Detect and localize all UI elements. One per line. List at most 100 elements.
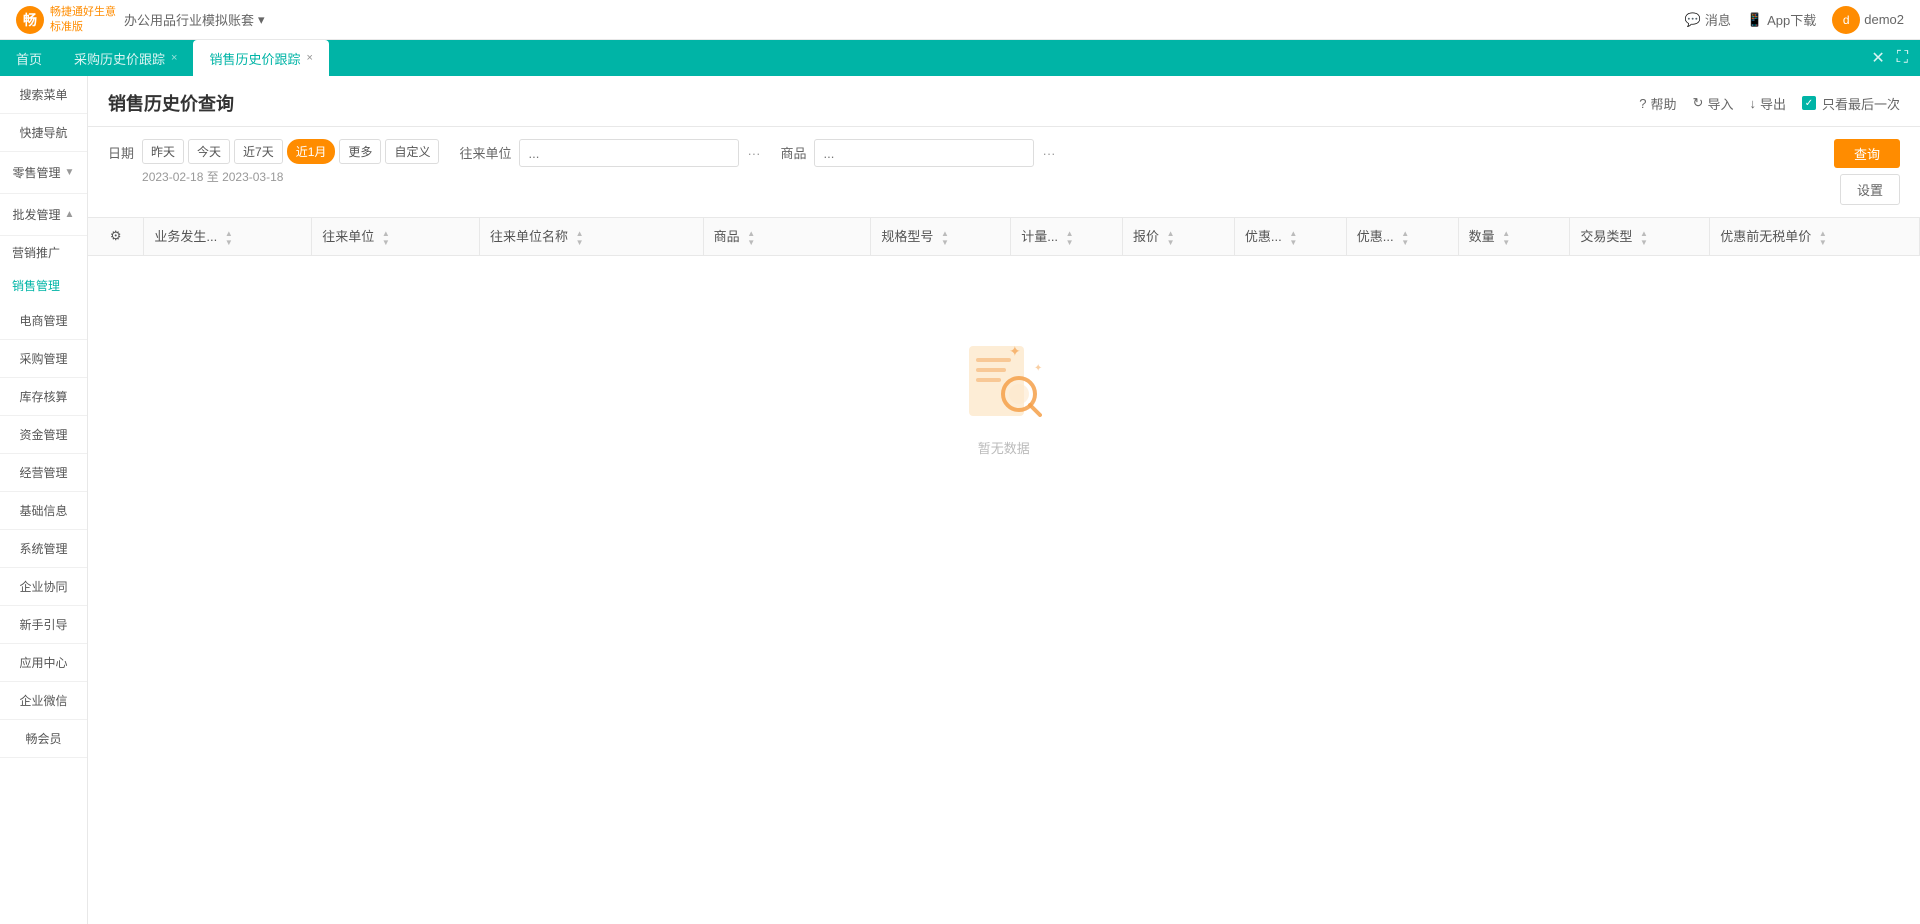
gear-icon[interactable]: ⚙ [110,228,122,243]
sidebar-item-member[interactable]: 畅会员 [0,720,87,758]
date-btn-more[interactable]: 更多 [339,139,381,164]
retail-mgmt-arrow: ▼ [65,167,75,178]
sort-icon-unit: ▲▼ [1066,229,1074,247]
sidebar-item-operations[interactable]: 经营管理 [0,454,87,492]
product-search-icon[interactable]: ··· [1042,146,1055,161]
workspace-selector[interactable]: 办公用品行业模拟账套 ▾ [124,10,265,29]
help-button[interactable]: ? 帮助 [1639,94,1676,113]
th-pretax-price[interactable]: 优惠前无税单价 ▲▼ [1710,218,1920,255]
th-partner-code[interactable]: 往来单位 ▲▼ [312,218,480,255]
help-icon: ? [1639,96,1646,111]
setting-button[interactable]: 设置 [1840,174,1900,205]
sidebar-item-retail-mgmt[interactable]: 零售管理 ▼ [0,152,87,194]
sidebar-item-system-mgmt[interactable]: 系统管理 [0,530,87,568]
only-last-checkbox[interactable]: ✓ 只看最后一次 [1802,94,1900,113]
date-btn-custom[interactable]: 自定义 [385,139,439,164]
sidebar-finance-label: 资金管理 [19,426,67,443]
window-maximize-icon[interactable]: ⛶ [1897,49,1908,67]
sidebar-item-new-guide[interactable]: 新手引导 [0,606,87,644]
tab-sales-history-close[interactable]: × [306,52,312,64]
sidebar-item-purchase-mgmt[interactable]: 采购管理 [0,340,87,378]
th-trade-type[interactable]: 交易类型 ▲▼ [1570,218,1710,255]
sort-icon-discount1: ▲▼ [1289,229,1297,247]
product-input[interactable] [814,139,1034,167]
th-product[interactable]: 商品 ▲▼ [703,218,871,255]
app-download-button[interactable]: 📱 App下载 [1747,10,1816,29]
workspace-dropdown-icon: ▾ [258,12,265,28]
sidebar-item-marketing[interactable]: 营销推广 [0,236,87,269]
sidebar-item-sales-mgmt[interactable]: 销售管理 [0,269,87,302]
sidebar-item-app-center[interactable]: 应用中心 [0,644,87,682]
import-button[interactable]: ↻ 导入 [1693,94,1734,113]
sidebar-item-enterprise-coop[interactable]: 企业协同 [0,568,87,606]
sort-icon-partner-code: ▲▼ [382,229,390,247]
tab-purchase-history[interactable]: 采购历史价跟踪 × [58,40,193,76]
sidebar-operations-label: 经营管理 [19,464,67,481]
partner-input[interactable] [519,139,739,167]
th-quoted-price[interactable]: 报价 ▲▼ [1123,218,1235,255]
export-button[interactable]: ↓ 导出 [1749,94,1786,113]
product-input-group: ··· [814,139,1055,167]
table-header-row: ⚙ 业务发生... ▲▼ 往来单位 ▲▼ 往来单位名称 [88,218,1920,255]
header-right: 💬 消息 📱 App下载 d demo2 [1685,6,1904,34]
partner-filter-group: 往来单位 ··· [459,139,760,167]
header-left: 畅 畅捷通好生意 标准版 办公用品行业模拟账套 ▾ [16,5,265,34]
sidebar-item-search-menu[interactable]: 搜索菜单 [0,76,87,114]
sidebar-retail-mgmt-label: 零售管理 [13,164,61,181]
table-body: ✦ ✦ 暂无数据 [88,255,1920,537]
sidebar-item-quick-nav[interactable]: 快捷导航 [0,114,87,152]
sidebar-item-ecommerce-mgmt[interactable]: 电商管理 [0,302,87,340]
date-btn-1month[interactable]: 近1月 [287,139,336,164]
sidebar-enterprise-coop-label: 企业协同 [19,578,67,595]
date-filter-label: 日期 [108,139,134,162]
th-discount1[interactable]: 优惠... ▲▼ [1234,218,1346,255]
sidebar-item-inventory[interactable]: 库存核算 [0,378,87,416]
tab-sales-history[interactable]: 销售历史价跟踪 × [193,40,328,76]
th-business-date[interactable]: 业务发生... ▲▼ [144,218,312,255]
logo-text: 畅捷通好生意 标准版 [50,5,116,34]
sort-icon-pretax-price: ▲▼ [1819,229,1827,247]
sidebar-purchase-mgmt-label: 采购管理 [19,350,67,367]
sidebar-item-basic-info[interactable]: 基础信息 [0,492,87,530]
th-unit[interactable]: 计量... ▲▼ [1011,218,1123,255]
product-filter-group: 商品 ··· [780,139,1055,167]
sidebar-wholesale-mgmt-label: 批发管理 [13,206,61,223]
sort-icon-spec: ▲▼ [941,229,949,247]
sidebar-quick-nav-label: 快捷导航 [19,124,67,141]
sidebar-item-enterprise-wechat[interactable]: 企业微信 [0,682,87,720]
sidebar-sales-mgmt-label: 销售管理 [12,279,60,293]
export-icon: ↓ [1749,96,1756,111]
date-btn-yesterday[interactable]: 昨天 [142,139,184,164]
page-title: 销售历史价查询 [108,90,234,116]
page-header: 销售历史价查询 ? 帮助 ↻ 导入 ↓ 导出 ✓ [88,76,1920,127]
query-button[interactable]: 查询 [1834,139,1900,168]
window-close-icon[interactable]: ✕ [1871,48,1884,68]
tab-purchase-history-label: 采购历史价跟踪 [74,49,165,68]
filter-right-actions: 查询 设置 [1834,139,1900,205]
partner-input-group: ··· [519,139,760,167]
logo-icon: 畅 [16,6,44,34]
th-discount2[interactable]: 优惠... ▲▼ [1346,218,1458,255]
sidebar-new-guide-label: 新手引导 [19,616,67,633]
tab-purchase-history-close[interactable]: × [171,52,177,64]
date-btn-7days[interactable]: 近7天 [234,139,283,164]
sort-icon-quantity: ▲▼ [1502,229,1510,247]
th-partner-name[interactable]: 往来单位名称 ▲▼ [479,218,703,255]
message-button[interactable]: 💬 消息 [1685,10,1731,29]
th-quantity[interactable]: 数量 ▲▼ [1458,218,1570,255]
date-range-display: 2023-02-18 至 2023-03-18 [142,168,439,185]
tab-home-label: 首页 [16,49,42,68]
sidebar-system-mgmt-label: 系统管理 [19,540,67,557]
date-btn-today[interactable]: 今天 [188,139,230,164]
sort-icon-business-date: ▲▼ [225,229,233,247]
tab-home[interactable]: 首页 [0,40,58,76]
user-avatar[interactable]: d demo2 [1832,6,1904,34]
workspace-name: 办公用品行业模拟账套 [124,10,254,29]
sidebar-member-label: 畅会员 [25,730,61,747]
page-container: 销售历史价查询 ? 帮助 ↻ 导入 ↓ 导出 ✓ [88,76,1920,924]
th-spec[interactable]: 规格型号 ▲▼ [871,218,1011,255]
wholesale-mgmt-arrow: ▲ [65,209,75,220]
partner-search-icon[interactable]: ··· [747,146,760,161]
sidebar-item-finance[interactable]: 资金管理 [0,416,87,454]
sidebar-item-wholesale-mgmt[interactable]: 批发管理 ▲ [0,194,87,236]
